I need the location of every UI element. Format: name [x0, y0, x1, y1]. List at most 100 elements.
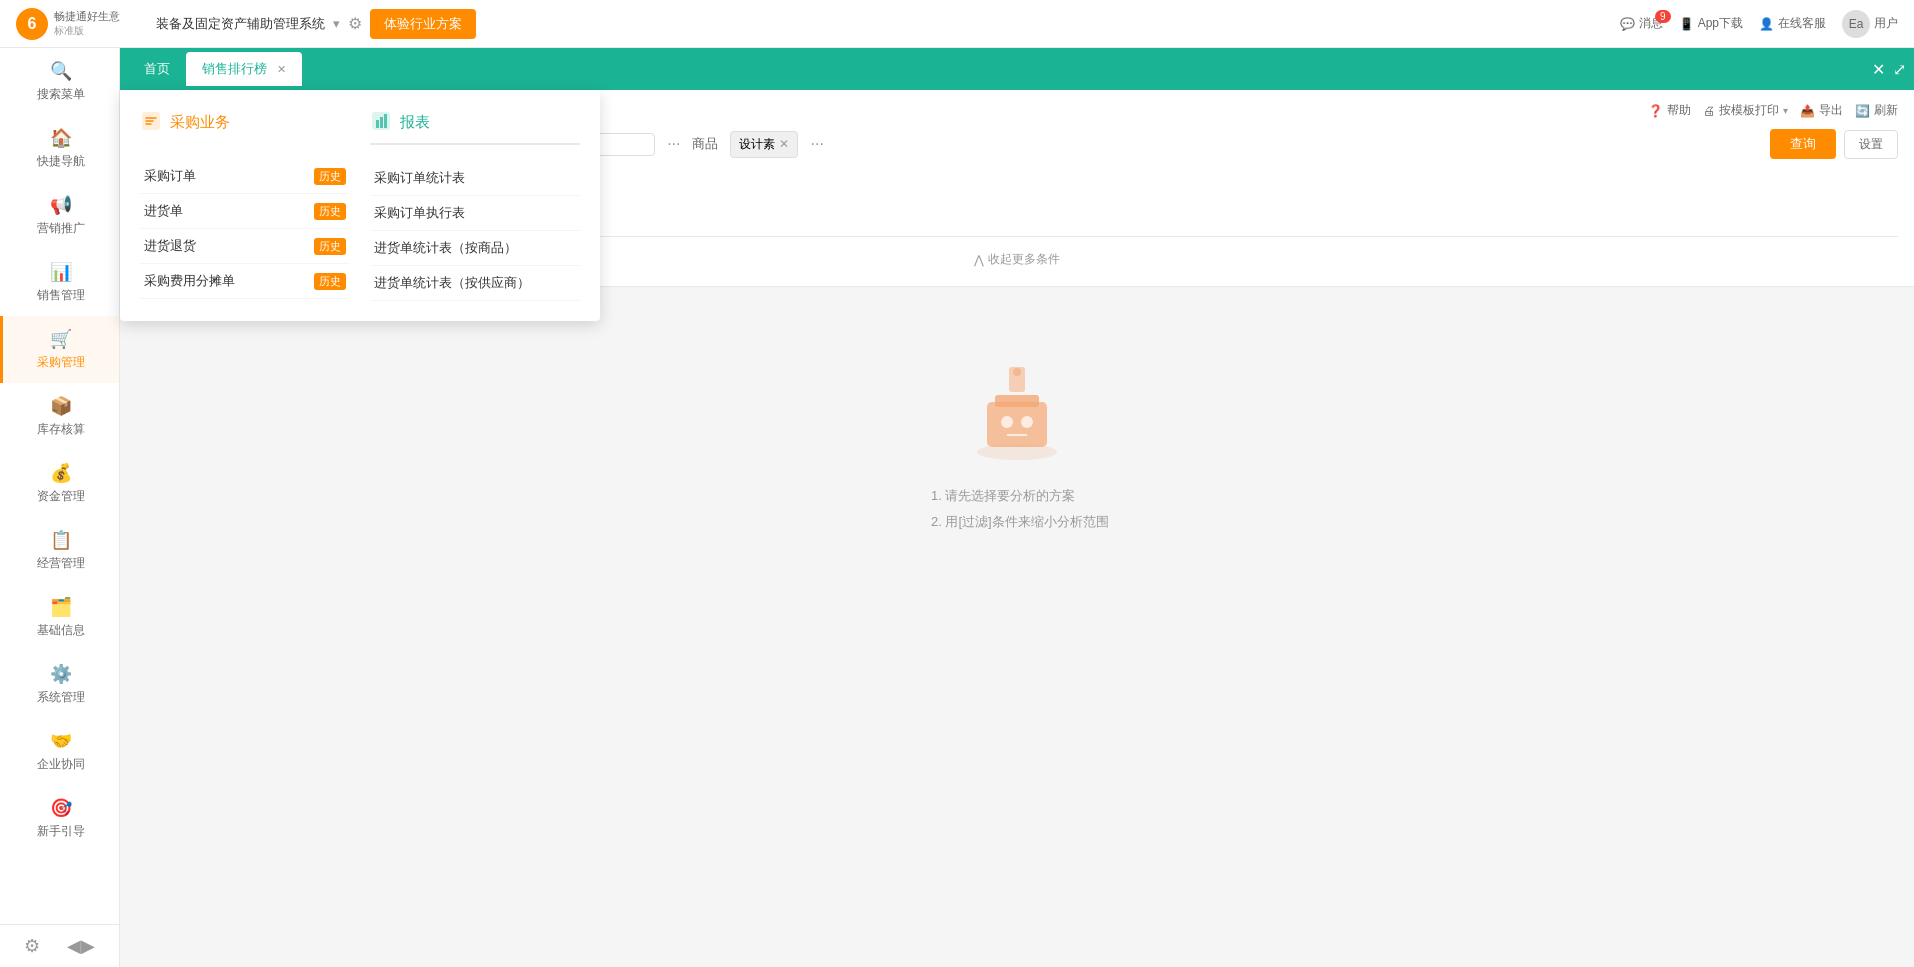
- logo-sub: 标准版: [54, 24, 120, 38]
- report-col-icon: [370, 110, 392, 135]
- export-icon: 📤: [1800, 104, 1815, 118]
- goods-dots[interactable]: ···: [810, 135, 823, 153]
- goods-tag-close[interactable]: ✕: [779, 137, 789, 151]
- sidebar-item-marketing[interactable]: 📢 营销推广: [0, 182, 119, 249]
- top-header: 6 畅捷通好生意 标准版 装备及固定资产辅助管理系统 ▾ ⚙ 体验行业方案 💬 …: [0, 0, 1914, 48]
- collab-icon: 🤝: [50, 730, 72, 752]
- purchase-col-icon: [140, 110, 162, 135]
- dropdown-arrow-icon[interactable]: ▾: [333, 16, 340, 31]
- sidebar-item-operation[interactable]: 📋 经营管理: [0, 517, 119, 584]
- help-icon: ❓: [1648, 104, 1663, 118]
- svg-point-3: [1001, 416, 1013, 428]
- purchase-item-采购费用分摊单[interactable]: 采购费用分摊单 历史: [140, 264, 350, 299]
- sidebar-item-system[interactable]: ⚙️ 系统管理: [0, 651, 119, 718]
- refresh-label: 刷新: [1874, 102, 1898, 119]
- tab-home[interactable]: 首页: [128, 52, 186, 86]
- goods-tag-value: 设计素: [739, 136, 775, 153]
- report-item-采购订单执行表[interactable]: 采购订单执行表: [370, 196, 580, 231]
- report-col-title: 报表: [370, 110, 580, 145]
- goods-label: 商品: [692, 135, 718, 153]
- export-button[interactable]: 📤 导出: [1800, 102, 1843, 119]
- sales-rank-tab-label: 销售排行榜: [202, 60, 267, 78]
- purchase-item-进货单[interactable]: 进货单 历史: [140, 194, 350, 229]
- collapse-label: 收起更多条件: [988, 251, 1060, 268]
- tab-fullscreen-icon[interactable]: ⤢: [1893, 60, 1906, 79]
- report-items: 采购订单统计表采购订单执行表进货单统计表（按商品）进货单统计表（按供应商）: [370, 161, 580, 301]
- app-icon: 📱: [1679, 17, 1694, 31]
- report-item-进货单统计表（按商品）[interactable]: 进货单统计表（按商品）: [370, 231, 580, 266]
- service-icon: 👤: [1759, 17, 1774, 31]
- filter-actions: 查询 设置: [1770, 129, 1898, 159]
- sidebar-label-purchase: 采购管理: [37, 354, 85, 371]
- history-badge: 历史: [314, 273, 346, 290]
- tab-sales-rank[interactable]: 销售排行榜 ✕: [186, 52, 302, 86]
- help-button[interactable]: ❓ 帮助: [1648, 102, 1691, 119]
- sidebar-label-marketing: 营销推广: [37, 220, 85, 237]
- service-label: 在线客服: [1778, 15, 1826, 32]
- report-item-进货单统计表（按供应商）[interactable]: 进货单统计表（按供应商）: [370, 266, 580, 301]
- purchase-dropdown: 采购业务 采购订单 历史 进货单 历史 进货退货 历史 采购费用分摊单 历史: [120, 90, 600, 321]
- tab-bar: 首页 销售排行榜 ✕ ✕ ⤢: [120, 48, 1914, 90]
- voucher-status-dots[interactable]: ···: [667, 135, 680, 153]
- sidebar-items: 🔍 搜索菜单 🏠 快捷导航 📢 营销推广 📊 销售管理 🛒 采购管理 📦 库存核…: [0, 48, 119, 852]
- sidebar-item-finance[interactable]: 💰 资金管理: [0, 450, 119, 517]
- sidebar-item-basic[interactable]: 🗂️ 基础信息: [0, 584, 119, 651]
- settings-button[interactable]: 设置: [1844, 130, 1898, 159]
- history-badge: 历史: [314, 168, 346, 185]
- sidebar-label-quick_nav: 快捷导航: [37, 153, 85, 170]
- sidebar-label-sales: 销售管理: [37, 287, 85, 304]
- sidebar-item-sales[interactable]: 📊 销售管理: [0, 249, 119, 316]
- settings-icon[interactable]: ⚙: [348, 14, 362, 33]
- message-button[interactable]: 💬 消息 9: [1620, 15, 1663, 32]
- user-button[interactable]: Ea 用户: [1842, 10, 1898, 38]
- empty-text: 请先选择要分析的方案 用[过滤]条件来缩小分析范围: [925, 483, 1108, 535]
- sidebar-label-guide: 新手引导: [37, 823, 85, 840]
- sidebar-item-quick_nav[interactable]: 🏠 快捷导航: [0, 115, 119, 182]
- purchase-col-title-text: 采购业务: [170, 113, 230, 132]
- collapse-icon: ⋀: [974, 253, 984, 267]
- report-item-采购订单统计表[interactable]: 采购订单统计表: [370, 161, 580, 196]
- quick_nav-icon: 🏠: [50, 127, 72, 149]
- search-icon: 🔍: [50, 60, 72, 82]
- svg-rect-12: [384, 114, 387, 128]
- svg-rect-11: [380, 117, 383, 128]
- help-label: 帮助: [1667, 102, 1691, 119]
- system-icon: ⚙️: [50, 663, 72, 685]
- purchase-item-采购订单[interactable]: 采购订单 历史: [140, 159, 350, 194]
- empty-icon: [957, 367, 1077, 467]
- sidebar-item-purchase[interactable]: 🛒 采购管理: [0, 316, 119, 383]
- user-label: 用户: [1874, 15, 1898, 32]
- toolbar-right: ❓ 帮助 🖨 按模板打印 ▾ 📤 导出 🔄: [1648, 102, 1898, 119]
- sidebar-item-inventory[interactable]: 📦 库存核算: [0, 383, 119, 450]
- sidebar-label-operation: 经营管理: [37, 555, 85, 572]
- sidebar-collapse-icon[interactable]: ◀▶: [67, 935, 95, 957]
- online-service-button[interactable]: 👤 在线客服: [1759, 15, 1826, 32]
- svg-rect-2: [995, 395, 1039, 407]
- tab-bar-actions: ✕ ⤢: [1872, 60, 1906, 79]
- report-col: 报表 采购订单统计表采购订单执行表进货单统计表（按商品）进货单统计表（按供应商）: [370, 110, 580, 301]
- svg-point-7: [1013, 368, 1021, 376]
- operation-icon: 📋: [50, 529, 72, 551]
- goods-tag: 设计素 ✕: [730, 131, 798, 158]
- industry-button[interactable]: 体验行业方案: [370, 9, 476, 39]
- marketing-icon: 📢: [50, 194, 72, 216]
- purchase-item-进货退货[interactable]: 进货退货 历史: [140, 229, 350, 264]
- tab-close-all-icon[interactable]: ✕: [1872, 60, 1885, 79]
- query-button[interactable]: 查询: [1770, 129, 1836, 159]
- purchase-icon: 🛒: [50, 328, 72, 350]
- collapse-button[interactable]: ⋀ 收起更多条件: [968, 245, 1066, 274]
- history-badge: 历史: [314, 238, 346, 255]
- logo-area: 6 畅捷通好生意 标准版: [16, 8, 136, 40]
- sidebar-settings-icon[interactable]: ⚙: [24, 935, 40, 957]
- sidebar-item-collab[interactable]: 🤝 企业协同: [0, 718, 119, 785]
- tab-close-icon[interactable]: ✕: [277, 63, 286, 76]
- empty-hint-1: 请先选择要分析的方案: [945, 483, 1108, 509]
- sidebar: 🔍 搜索菜单 🏠 快捷导航 📢 营销推广 📊 销售管理 🛒 采购管理 📦 库存核…: [0, 48, 120, 967]
- sidebar-item-guide[interactable]: 🎯 新手引导: [0, 785, 119, 852]
- print-button[interactable]: 🖨 按模板打印 ▾: [1703, 102, 1788, 119]
- refresh-button[interactable]: 🔄 刷新: [1855, 102, 1898, 119]
- app-download-button[interactable]: 📱 App下载: [1679, 15, 1743, 32]
- sidebar-item-search[interactable]: 🔍 搜索菜单: [0, 48, 119, 115]
- logo-icon: 6: [16, 8, 48, 40]
- history-badge: 历史: [314, 203, 346, 220]
